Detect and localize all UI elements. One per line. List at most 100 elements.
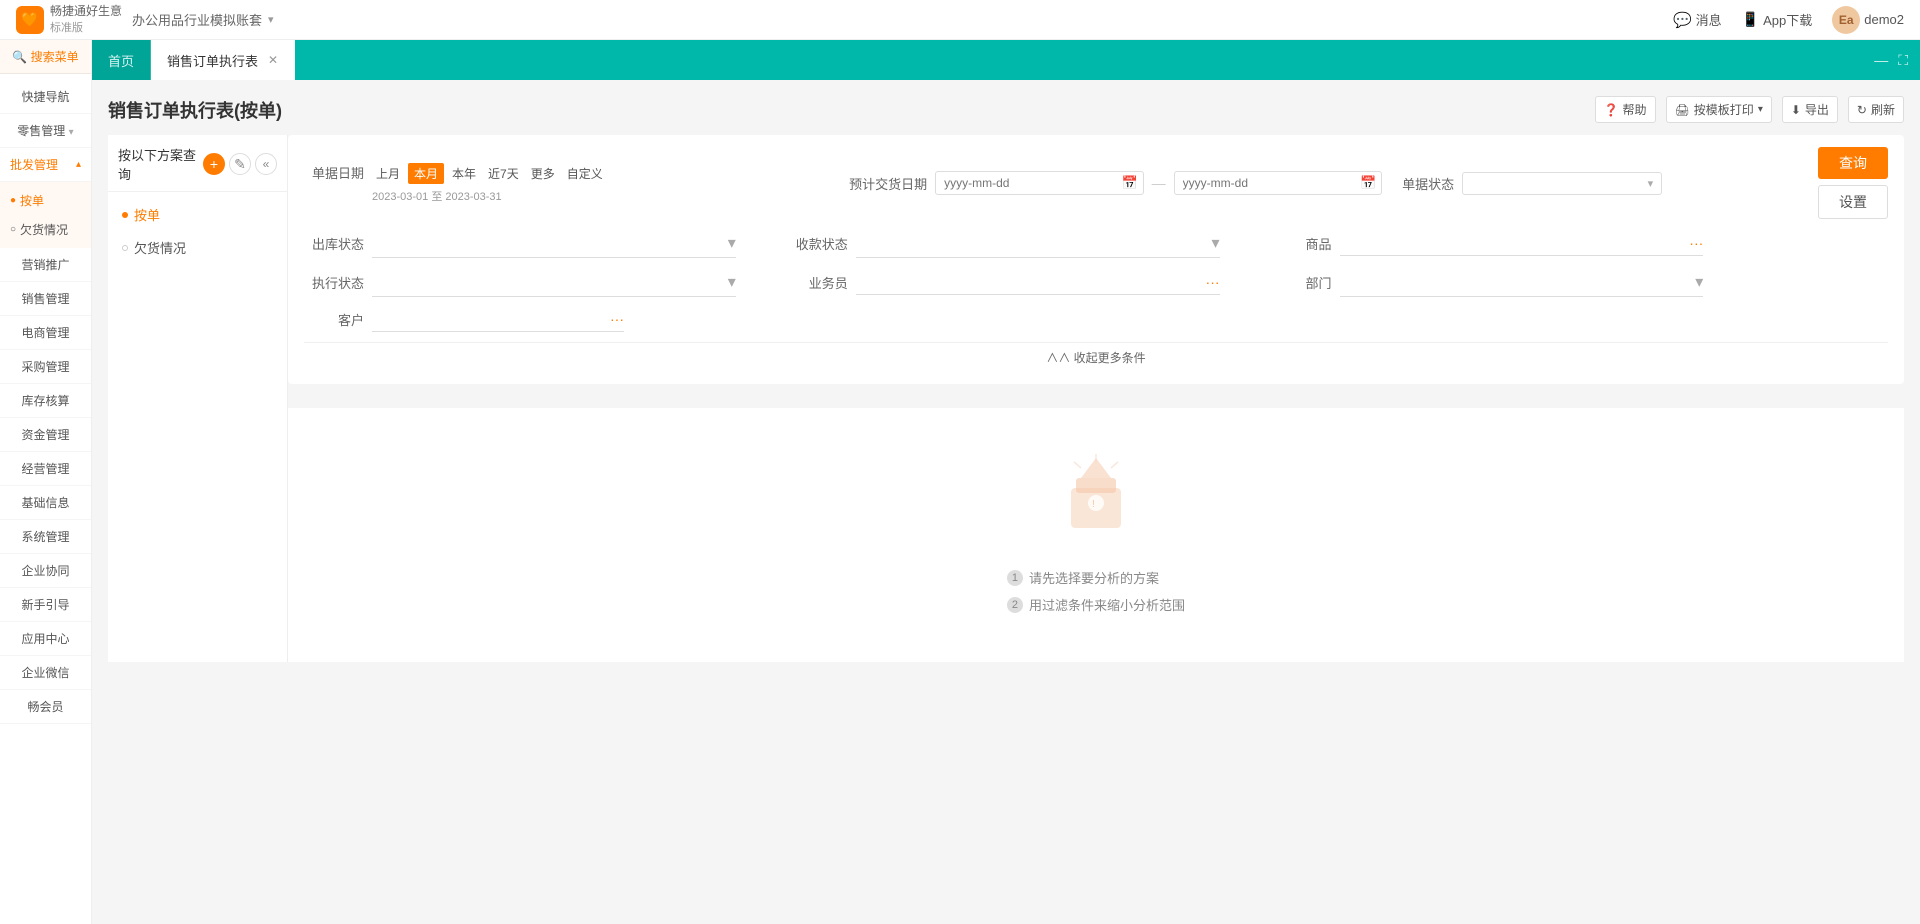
expected-date-end-wrap: 📅 [1174, 171, 1383, 195]
breadcrumb[interactable]: 办公用品行业模拟账套 ▾ [132, 10, 274, 29]
sidebar-item-enterprise[interactable]: 企业协同 [0, 554, 91, 588]
query-button[interactable]: 查询 [1818, 147, 1888, 179]
calendar-start-icon: 📅 [1121, 175, 1137, 191]
collapse-left-panel-button[interactable]: « [255, 153, 277, 175]
content-area: 首页 销售订单执行表 ✕ — ⛶ 销售订单执行表(按单) ❓ 帮助 [92, 40, 1920, 924]
exec-status-arrow-icon: ▾ [728, 272, 736, 292]
sidebar-item-inventory[interactable]: 库存核算 [0, 384, 91, 418]
help-button[interactable]: ❓ 帮助 [1595, 96, 1656, 123]
filter-right-actions: 查询 设置 [1818, 147, 1888, 219]
filter-row-3: 执行状态 ▾ 业务员 ··· [304, 268, 1888, 297]
set-button[interactable]: 设置 [1818, 185, 1888, 219]
customer-dots[interactable]: ··· [610, 311, 624, 327]
avatar: Ea [1832, 6, 1860, 34]
phone-icon: 📱 [1742, 11, 1759, 28]
sidebar-sub-owe-goods[interactable]: ○ 欠货情况 [0, 215, 91, 244]
empty-tip-2: 2 用过滤条件来缩小分析范围 [1007, 595, 1185, 614]
export-button[interactable]: ⬇ 导出 [1782, 96, 1838, 123]
retail-arrow-icon: ▾ [69, 127, 74, 138]
tab-bar-right: — ⛶ [1862, 40, 1920, 80]
by-order-label: 按单 [134, 205, 160, 224]
page-title: 销售订单执行表(按单) [108, 97, 282, 123]
sidebar-item-operations[interactable]: 经营管理 [0, 452, 91, 486]
logo-sub: 标准版 [50, 19, 122, 35]
customer-label: 客户 [304, 310, 364, 329]
dept-label: 部门 [1272, 273, 1332, 292]
print-icon: 🖨 [1675, 103, 1690, 117]
sidebar-nav: 快捷导航 零售管理 ▾ 批发管理 ▴ ● 按单 ○ 欠货情况 [0, 74, 91, 730]
sidebar-item-system[interactable]: 系统管理 [0, 520, 91, 554]
owe-goods-circle-icon: ○ [10, 224, 16, 235]
sidebar-item-ecommerce[interactable]: 电商管理 [0, 316, 91, 350]
add-scheme-button[interactable]: + [203, 153, 225, 175]
sidebar-item-wechat[interactable]: 企业微信 [0, 656, 91, 690]
sidebar-item-retail[interactable]: 零售管理 ▾ [0, 114, 91, 148]
expected-date-end-input[interactable] [1174, 171, 1383, 195]
out-status-label: 出库状态 [304, 234, 364, 253]
refresh-button[interactable]: ↻ 刷新 [1848, 96, 1904, 123]
tab-sales-order[interactable]: 销售订单执行表 ✕ [151, 40, 295, 80]
by-order-dot-icon [122, 212, 128, 218]
sidebar-item-quick-nav[interactable]: 快捷导航 [0, 80, 91, 114]
sidebar-item-marketing[interactable]: 营销推广 [0, 248, 91, 282]
app-download-button[interactable]: 📱 App下载 [1742, 10, 1813, 29]
receive-status-arrow-icon: ▾ [1212, 233, 1220, 253]
edit-scheme-button[interactable]: ✎ [229, 153, 251, 175]
left-panel-item-owe-goods[interactable]: 欠货情况 [108, 231, 287, 264]
left-panel-icons: + ✎ « [203, 153, 277, 175]
status-select[interactable]: ▾ [1462, 172, 1662, 195]
wholesale-arrow-icon: ▴ [76, 159, 81, 170]
collapse-bar[interactable]: ∧∧ 收起更多条件 [304, 342, 1888, 372]
exec-status-label: 执行状态 [304, 273, 364, 292]
date-range-text: 2023-03-01 至 2023-03-31 [372, 188, 837, 204]
sidebar-search[interactable]: 🔍 搜索菜单 [0, 40, 91, 74]
breadcrumb-text: 办公用品行业模拟账套 [132, 10, 262, 29]
sidebar-sub-wholesale: ● 按单 ○ 欠货情况 [0, 182, 91, 248]
salesman-label: 业务员 [788, 273, 848, 292]
date-tab-last-month[interactable]: 上月 [372, 163, 404, 184]
main-content: 单据日期 上月 本月 本年 近7天 更多 自定义 [288, 135, 1904, 662]
expected-date-start-input[interactable] [935, 171, 1144, 195]
sidebar-item-member[interactable]: 畅会员 [0, 690, 91, 724]
tab-bar: 首页 销售订单执行表 ✕ — ⛶ [92, 40, 1920, 80]
main-layout: 🔍 搜索菜单 快捷导航 零售管理 ▾ 批发管理 ▴ ● 按单 [0, 40, 1920, 924]
goods-dots[interactable]: ··· [1689, 235, 1703, 251]
date-label: 单据日期 [304, 163, 364, 182]
goods-label: 商品 [1272, 234, 1332, 253]
sidebar-item-base[interactable]: 基础信息 [0, 486, 91, 520]
date-tab-this-month[interactable]: 本月 [408, 163, 444, 184]
empty-state-illustration: ! [1046, 448, 1146, 548]
minimize-icon[interactable]: — [1874, 52, 1888, 68]
app-download-label: App下载 [1763, 10, 1812, 29]
svg-text:!: ! [1092, 499, 1095, 510]
print-button[interactable]: 🖨 按模板打印 ▾ [1666, 96, 1772, 123]
sidebar-item-newbie[interactable]: 新手引导 [0, 588, 91, 622]
tip-2-text: 用过滤条件来缩小分析范围 [1029, 595, 1185, 614]
sidebar-item-wholesale[interactable]: 批发管理 ▴ [0, 148, 91, 182]
expected-date-start-wrap: 📅 [935, 171, 1144, 195]
sidebar-item-finance[interactable]: 资金管理 [0, 418, 91, 452]
salesman-dots[interactable]: ··· [1206, 274, 1220, 290]
sidebar: 🔍 搜索菜单 快捷导航 零售管理 ▾ 批发管理 ▴ ● 按单 [0, 40, 92, 924]
maximize-icon[interactable]: ⛶ [1898, 52, 1908, 69]
date-tab-this-year[interactable]: 本年 [448, 163, 480, 184]
left-panel-item-by-order[interactable]: 按单 [108, 198, 287, 231]
date-tab-last7[interactable]: 近7天 [484, 163, 523, 184]
status-arrow-icon: ▾ [1648, 177, 1654, 190]
sidebar-item-apps[interactable]: 应用中心 [0, 622, 91, 656]
tab-home[interactable]: 首页 [92, 40, 151, 80]
date-tab-custom[interactable]: 自定义 [563, 163, 607, 184]
sidebar-sub-press-order[interactable]: ● 按单 [0, 186, 91, 215]
receive-status-label: 收款状态 [788, 234, 848, 253]
user-menu[interactable]: Ea demo2 [1832, 6, 1904, 34]
tab-close-icon[interactable]: ✕ [268, 53, 278, 67]
dash-separator: — [1152, 175, 1166, 191]
sidebar-item-sales[interactable]: 销售管理 [0, 282, 91, 316]
message-button[interactable]: 💬 消息 [1673, 10, 1722, 29]
left-panel-header: 按以下方案查询 + ✎ « [108, 145, 287, 192]
filter-row-1: 单据日期 上月 本月 本年 近7天 更多 自定义 [304, 147, 1888, 219]
sidebar-item-purchase[interactable]: 采购管理 [0, 350, 91, 384]
sales-order-tab-label: 销售订单执行表 [167, 51, 258, 70]
date-tab-more[interactable]: 更多 [527, 163, 559, 184]
export-icon: ⬇ [1791, 103, 1801, 117]
